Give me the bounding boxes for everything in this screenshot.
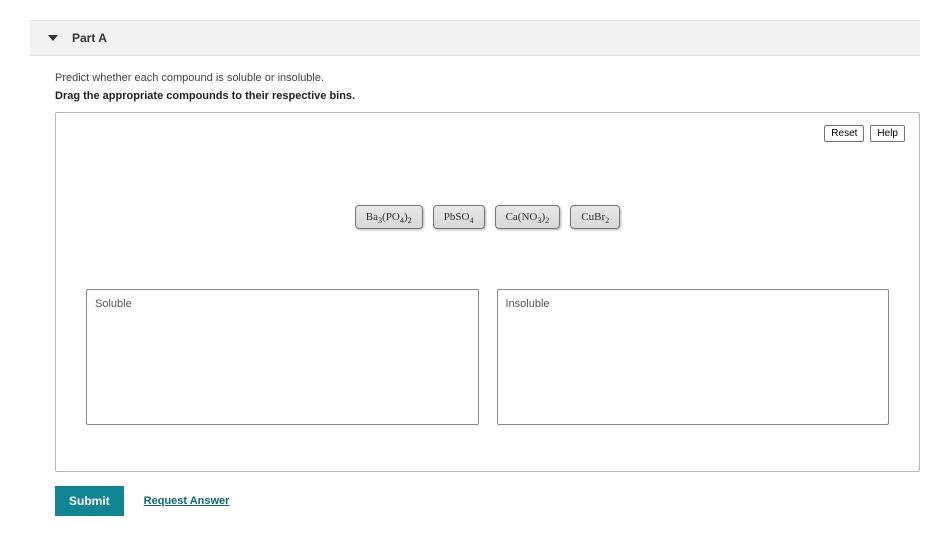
chevron-down-icon [48,35,58,41]
bin-soluble[interactable]: Soluble [86,289,479,425]
bin-insoluble[interactable]: Insoluble [497,289,890,425]
content-area: Predict whether each compound is soluble… [55,72,920,516]
workspace-toolbar: Reset Help [824,125,905,142]
submit-button[interactable]: Submit [55,486,124,516]
compound-cubr2[interactable]: CuBr2 [570,205,620,229]
part-header[interactable]: Part A [30,20,920,56]
bin-insoluble-label: Insoluble [506,298,550,310]
compound-cano32[interactable]: Ca(NO3)2 [495,205,561,229]
instruction-drag: Drag the appropriate compounds to their … [55,90,920,102]
compound-ba3po42[interactable]: Ba3(PO4)2 [355,205,423,229]
workspace: Reset Help Ba3(PO4)2 PbSO4 Ca(NO3)2 CuBr… [55,112,920,472]
bin-soluble-label: Soluble [95,298,132,310]
compound-pbso4[interactable]: PbSO4 [433,205,485,229]
bins-row: Soluble Insoluble [70,289,905,425]
reset-button[interactable]: Reset [824,125,864,142]
bottom-actions: Submit Request Answer [55,486,920,516]
compound-list: Ba3(PO4)2 PbSO4 Ca(NO3)2 CuBr2 [70,205,905,229]
part-title: Part A [72,31,107,45]
instruction-predict: Predict whether each compound is soluble… [55,72,920,84]
request-answer-link[interactable]: Request Answer [144,495,230,507]
help-button[interactable]: Help [870,125,905,142]
